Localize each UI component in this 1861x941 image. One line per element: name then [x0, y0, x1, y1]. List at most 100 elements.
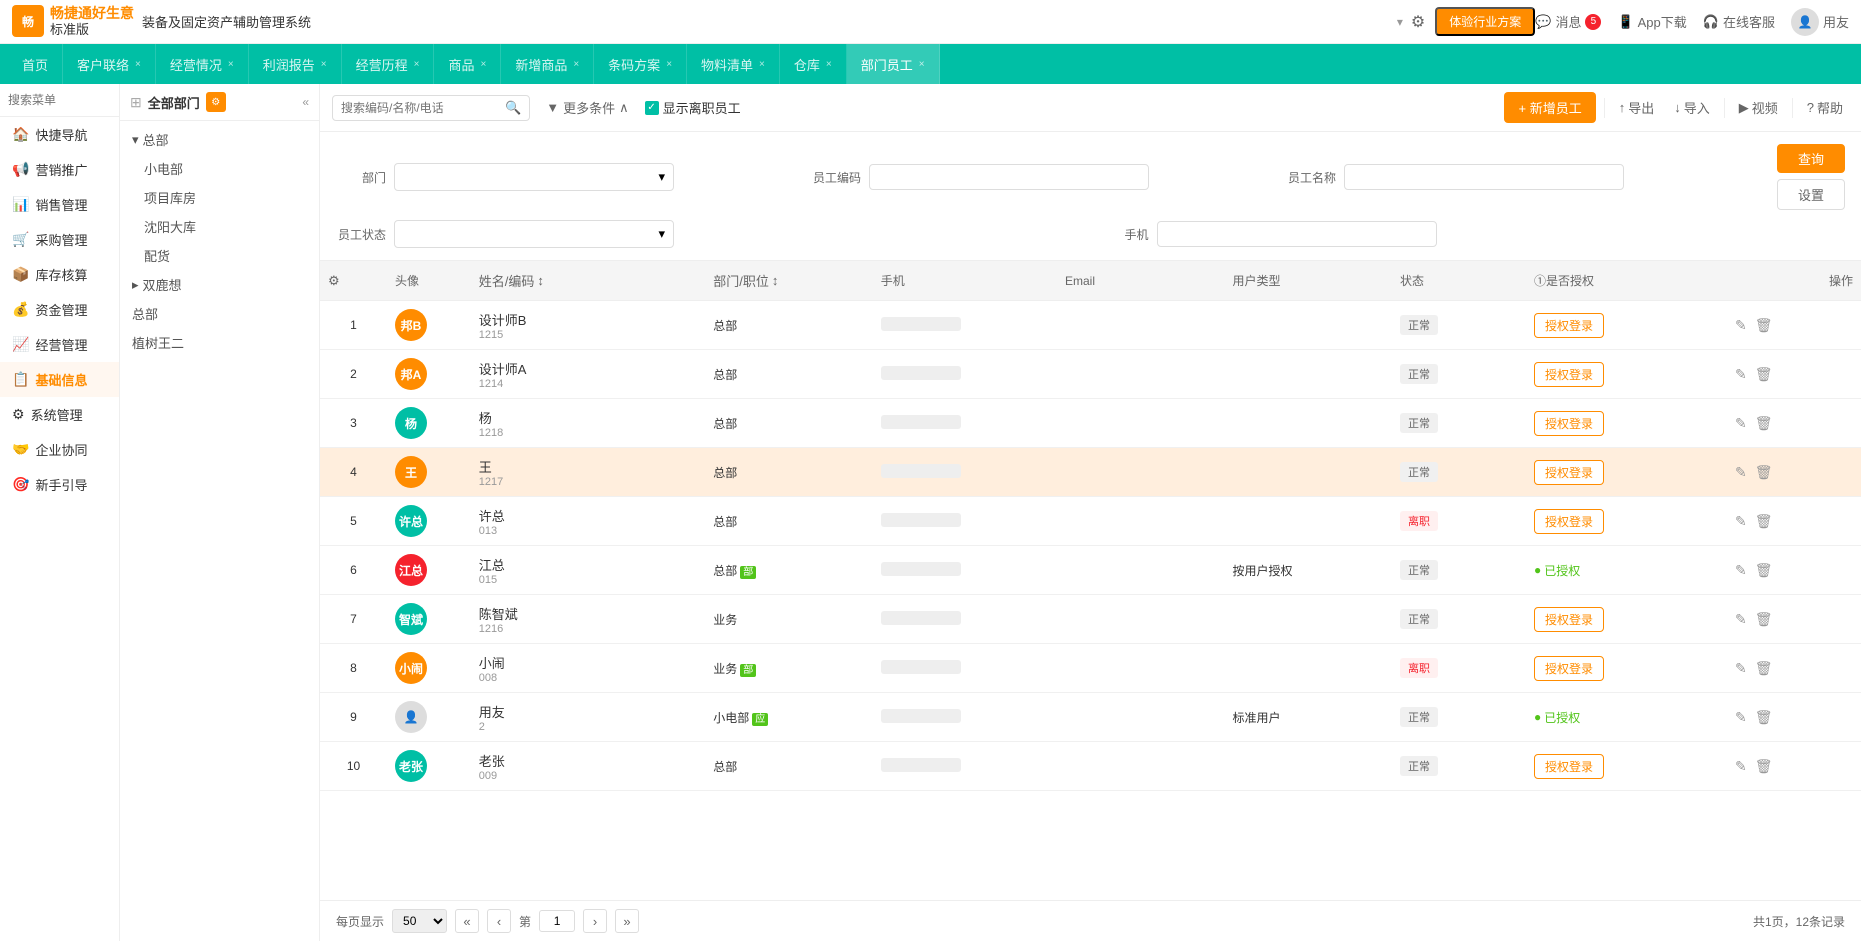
first-page-btn[interactable]: « — [455, 909, 479, 933]
user-menu[interactable]: 👤 用友 — [1791, 8, 1849, 36]
sidebar-item-inventory[interactable]: 📦 库存核算 — [0, 257, 119, 292]
query-btn[interactable]: 查询 — [1777, 144, 1845, 173]
tab-operations[interactable]: 经营情况 × — [156, 44, 249, 84]
tab-bom[interactable]: 物料清单 × — [687, 44, 780, 84]
dept-item-xiaodian[interactable]: 小电部 — [120, 154, 319, 183]
auth-login-btn[interactable]: 授权登录 — [1534, 509, 1604, 534]
delete-btn[interactable]: 🗑 — [1755, 415, 1773, 432]
import-btn[interactable]: ↓ 导入 — [1668, 94, 1716, 121]
edit-btn[interactable]: ✎ — [1735, 758, 1747, 775]
online-service-btn[interactable]: 🎧 在线客服 — [1703, 12, 1775, 31]
delete-btn[interactable]: 🗑 — [1755, 758, 1773, 775]
dept-item-shuangling[interactable]: ▸ 双鹿想 — [120, 270, 319, 299]
tab-profit[interactable]: 利润报告 × — [249, 44, 342, 84]
edit-btn[interactable]: ✎ — [1735, 317, 1747, 334]
dept-item-zhishu[interactable]: 植树王二 — [120, 328, 319, 357]
app-download-btn[interactable]: 📱 App下载 — [1617, 12, 1686, 31]
dept-item-project[interactable]: 项目库房 — [120, 183, 319, 212]
tab-journey[interactable]: 经营历程 × — [342, 44, 435, 84]
delete-btn[interactable]: 🗑 — [1755, 366, 1773, 383]
delete-btn[interactable]: 🗑 — [1755, 317, 1773, 334]
delete-btn[interactable]: 🗑 — [1755, 513, 1773, 530]
close-icon[interactable]: × — [759, 59, 765, 70]
close-icon[interactable]: × — [826, 59, 832, 70]
settings-icon[interactable]: ⚙ — [1411, 12, 1425, 32]
th-dept[interactable]: 部门/职位 ↕ — [705, 261, 873, 301]
sidebar-item-sales[interactable]: 📊 销售管理 — [0, 187, 119, 222]
close-icon[interactable]: × — [480, 59, 486, 70]
sidebar-item-system[interactable]: ⚙ 系统管理 — [0, 397, 119, 432]
tab-new-goods[interactable]: 新增商品 × — [501, 44, 594, 84]
settings-icon[interactable]: ⚙ — [328, 273, 340, 288]
auth-login-btn[interactable]: 授权登录 — [1534, 607, 1604, 632]
edit-btn[interactable]: ✎ — [1735, 611, 1747, 628]
auth-login-btn[interactable]: 授权登录 — [1534, 656, 1604, 681]
grid-icon[interactable]: ⊞ — [130, 94, 142, 111]
add-employee-btn[interactable]: + 新增员工 — [1504, 92, 1595, 123]
tab-barcode[interactable]: 条码方案 × — [594, 44, 687, 84]
auth-login-btn[interactable]: 授权登录 — [1534, 411, 1604, 436]
th-settings[interactable]: ⚙ — [320, 261, 387, 301]
close-icon[interactable]: × — [919, 59, 925, 70]
edit-btn[interactable]: ✎ — [1735, 464, 1747, 481]
sidebar-item-cooperation[interactable]: 🤝 企业协同 — [0, 432, 119, 467]
dept-filter-select[interactable]: ▾ — [394, 163, 674, 191]
close-icon[interactable]: × — [573, 59, 579, 70]
edit-btn[interactable]: ✎ — [1735, 513, 1747, 530]
system-dropdown-arrow[interactable]: ▾ — [1397, 15, 1403, 29]
edit-btn[interactable]: ✎ — [1735, 709, 1747, 726]
last-page-btn[interactable]: » — [615, 909, 639, 933]
close-icon[interactable]: × — [414, 59, 420, 70]
per-page-select[interactable]: 50 100 — [392, 909, 447, 933]
delete-btn[interactable]: 🗑 — [1755, 464, 1773, 481]
delete-btn[interactable]: 🗑 — [1755, 709, 1773, 726]
close-icon[interactable]: × — [135, 59, 141, 70]
help-btn[interactable]: ? 帮助 — [1801, 94, 1849, 121]
dept-item-zongbu[interactable]: ▾ 总部 — [120, 125, 319, 154]
delete-btn[interactable]: 🗑 — [1755, 562, 1773, 579]
next-page-btn[interactable]: › — [583, 909, 607, 933]
edit-btn[interactable]: ✎ — [1735, 660, 1747, 677]
close-icon[interactable]: × — [321, 59, 327, 70]
edit-btn[interactable]: ✎ — [1735, 562, 1747, 579]
emp-name-input[interactable] — [1344, 164, 1624, 190]
phone-input[interactable] — [1157, 221, 1437, 247]
tab-customer[interactable]: 客户联络 × — [63, 44, 156, 84]
dept-manage-icon[interactable]: ⚙ — [206, 92, 226, 112]
prev-page-btn[interactable]: ‹ — [487, 909, 511, 933]
auth-login-btn[interactable]: 授权登录 — [1534, 313, 1604, 338]
trial-button[interactable]: 体验行业方案 — [1435, 7, 1535, 36]
tab-warehouse[interactable]: 仓库 × — [780, 44, 847, 84]
more-filter-btn[interactable]: ▼ 更多条件 ∧ — [538, 94, 636, 121]
auth-login-btn[interactable]: 授权登录 — [1534, 362, 1604, 387]
tab-department[interactable]: 部门员工 × — [847, 44, 940, 84]
close-icon[interactable]: × — [666, 59, 672, 70]
auth-login-btn[interactable]: 授权登录 — [1534, 754, 1604, 779]
reset-btn[interactable]: 设置 — [1777, 179, 1845, 210]
dept-item-peihuo[interactable]: 配货 — [120, 241, 319, 270]
page-input[interactable] — [539, 910, 575, 932]
sidebar-item-basic-info[interactable]: 📋 基础信息 — [0, 362, 119, 397]
edit-btn[interactable]: ✎ — [1735, 415, 1747, 432]
sidebar-item-quick-nav[interactable]: 🏠 快捷导航 — [0, 117, 119, 152]
show-resigned-toggle[interactable]: ✓ 显示离职员工 — [645, 98, 741, 117]
close-icon[interactable]: × — [228, 59, 234, 70]
th-name[interactable]: 姓名/编码 ↕ — [471, 261, 706, 301]
sidebar-item-finance[interactable]: 💰 资金管理 — [0, 292, 119, 327]
tab-home[interactable]: 首页 — [8, 44, 63, 84]
delete-btn[interactable]: 🗑 — [1755, 660, 1773, 677]
emp-code-input[interactable] — [869, 164, 1149, 190]
collapse-panel-btn[interactable]: « — [302, 95, 309, 109]
status-filter-select[interactable]: ▾ — [394, 220, 674, 248]
export-btn[interactable]: ↑ 导出 — [1613, 94, 1661, 121]
search-box[interactable]: 🔍 — [332, 95, 530, 121]
dept-item-shenyang[interactable]: 沈阳大库 — [120, 212, 319, 241]
search-input[interactable] — [341, 101, 501, 115]
sidebar-item-purchase[interactable]: 🛒 采购管理 — [0, 222, 119, 257]
delete-btn[interactable]: 🗑 — [1755, 611, 1773, 628]
sidebar-item-guide[interactable]: 🎯 新手引导 — [0, 467, 119, 502]
edit-btn[interactable]: ✎ — [1735, 366, 1747, 383]
sidebar-search-input[interactable] — [8, 93, 120, 107]
auth-login-btn[interactable]: 授权登录 — [1534, 460, 1604, 485]
view-btn[interactable]: ▶ 视频 — [1733, 94, 1784, 121]
